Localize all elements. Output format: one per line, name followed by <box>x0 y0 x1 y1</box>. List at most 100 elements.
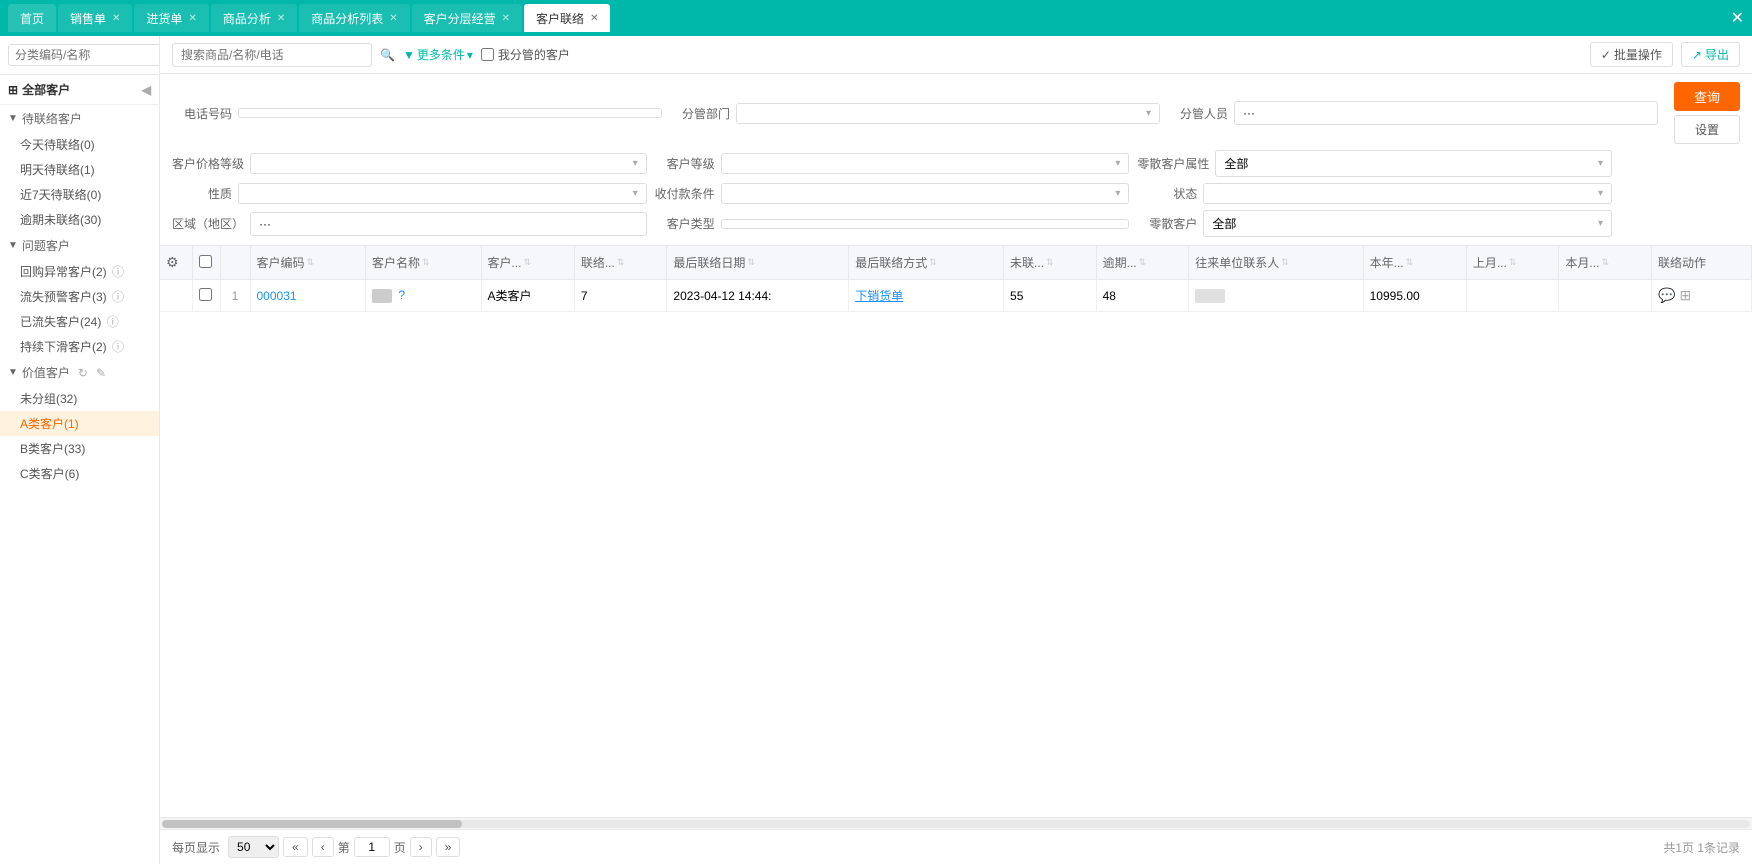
tab-analysis[interactable]: 商品分析 ✕ <box>211 4 297 32</box>
sidebar-item-today-pending[interactable]: 今天待联络(0) <box>0 132 159 157</box>
sidebar-group-value[interactable]: ▼ 价值客户 ↻ ✎ <box>0 359 159 386</box>
sidebar-item-churned[interactable]: 已流失客户(24) ⓘ <box>0 309 159 334</box>
last-page-btn[interactable]: » <box>436 837 461 857</box>
price-level-select[interactable]: ▾ <box>250 153 647 174</box>
tab-customer-contact-close[interactable]: ✕ <box>590 13 598 24</box>
th-not-contact[interactable]: 未联... ⇅ <box>1004 246 1097 280</box>
sidebar-all-customers[interactable]: ⊞ 全部客户 ◀ <box>0 75 159 105</box>
sidebar-item-tomorrow-pending[interactable]: 明天待联络(1) <box>0 157 159 182</box>
sidebar-item-churn-warning[interactable]: 流失预警客户(3) ⓘ <box>0 284 159 309</box>
settings-btn[interactable]: 设置 <box>1674 115 1740 144</box>
settings-gear-icon[interactable]: ⚙ <box>166 254 179 270</box>
filter-dept: 分管部门 ▾ <box>670 103 1160 124</box>
th-unit-contact[interactable]: 往来单位联系人 ⇅ <box>1189 246 1363 280</box>
page-size-select[interactable]: 50 100 200 <box>228 836 279 858</box>
customer-level-select[interactable]: ▾ <box>721 153 1130 174</box>
horizontal-scrollbar[interactable] <box>160 817 1752 829</box>
manager-input[interactable]: ··· <box>1234 101 1658 125</box>
chat-icon[interactable]: 💬 <box>1658 287 1675 304</box>
batch-operations-btn[interactable]: ✓ 批量操作 <box>1590 42 1673 67</box>
close-all-tabs[interactable]: ✕ <box>1731 8 1744 28</box>
th-last-date[interactable]: 最后联络日期 ⇅ <box>667 246 849 280</box>
tab-analysis-close[interactable]: ✕ <box>277 13 285 24</box>
dept-select[interactable]: ▾ <box>736 103 1160 124</box>
tab-purchase[interactable]: 进货单 ✕ <box>134 4 208 32</box>
th-customer-name[interactable]: 客户名称 ⇅ <box>366 246 482 280</box>
query-btn[interactable]: 查询 <box>1674 82 1740 111</box>
nature-select[interactable]: ▾ <box>238 183 647 204</box>
last-method-link[interactable]: 下销货单 <box>855 289 903 303</box>
refresh-icon[interactable]: ↻ <box>78 366 88 380</box>
row-last-month <box>1466 280 1559 312</box>
filter-search-icon[interactable]: 🔍 <box>380 48 395 62</box>
select-all-checkbox[interactable] <box>199 255 212 268</box>
sidebar-collapse-btn[interactable]: ◀ <box>142 83 151 97</box>
payment-select[interactable]: ▾ <box>721 183 1130 204</box>
region-dots: ··· <box>259 217 271 231</box>
th-customer-type[interactable]: 客户... ⇅ <box>481 246 574 280</box>
action-icons-container: 💬 ⊞ <box>1658 287 1745 304</box>
th-this-month[interactable]: 本月... ⇅ <box>1559 246 1652 280</box>
payment-label: 收付款条件 <box>655 185 715 202</box>
sidebar-group-problem[interactable]: ▼ 问题客户 <box>0 232 159 259</box>
retail-attr-select[interactable]: 全部 ▾ <box>1215 150 1612 177</box>
th-overdue[interactable]: 逾期... ⇅ <box>1096 246 1189 280</box>
tab-home[interactable]: 首页 <box>8 4 56 32</box>
filter-search-input[interactable] <box>172 43 372 67</box>
sidebar-group-pending[interactable]: ▼ 待联络客户 <box>0 105 159 132</box>
tab-customer-segment[interactable]: 客户分层经营 ✕ <box>412 4 522 32</box>
tab-analysis-list-close[interactable]: ✕ <box>389 13 397 24</box>
sort-icon-last-method: ⇅ <box>929 257 937 268</box>
tab-sales[interactable]: 销售单 ✕ <box>58 4 132 32</box>
unit-contact-label: 往来单位联系人 <box>1195 254 1279 271</box>
sidebar: 🔍 ⊞ 全部客户 ◀ ▼ 待联络客户 今天待联络(0) 明天待联络(1) 近7天… <box>0 36 160 864</box>
prev-page-btn[interactable]: ‹ <box>312 837 334 857</box>
filter-my-customers[interactable]: 我分管的客户 <box>481 46 570 63</box>
filter-price-level: 客户价格等级 ▾ <box>172 153 647 174</box>
sidebar-item-c-class[interactable]: C类客户(6) <box>0 461 159 486</box>
tab-customer-contact[interactable]: 客户联络 ✕ <box>524 4 610 32</box>
tab-customer-segment-close[interactable]: ✕ <box>502 13 510 24</box>
th-last-method[interactable]: 最后联络方式 ⇅ <box>849 246 1004 280</box>
th-customer-code[interactable]: 客户编码 ⇅ <box>250 246 366 280</box>
sidebar-item-7days-pending[interactable]: 近7天待联络(0) <box>0 182 159 207</box>
my-customers-checkbox[interactable] <box>481 48 494 61</box>
retail-select[interactable]: 全部 ▾ <box>1203 210 1612 237</box>
edit-icon[interactable]: ✎ <box>96 366 106 380</box>
next-page-btn[interactable]: › <box>410 837 432 857</box>
region-input[interactable]: ··· <box>250 212 647 236</box>
sort-icon-last-date: ⇅ <box>747 257 755 268</box>
row-last-method[interactable]: 下销货单 <box>849 280 1004 312</box>
triangle-icon-3: ▼ <box>8 367 18 378</box>
status-select[interactable]: ▾ <box>1203 183 1612 204</box>
phone-input[interactable] <box>238 108 662 118</box>
row-name[interactable]: ? <box>366 280 482 312</box>
scrollbar-thumb[interactable] <box>162 820 462 828</box>
th-contact[interactable]: 联络... ⇅ <box>574 246 667 280</box>
first-page-btn[interactable]: « <box>283 837 308 857</box>
sidebar-search-input[interactable] <box>8 44 160 66</box>
tab-sales-close[interactable]: ✕ <box>112 13 120 24</box>
customer-type-input[interactable] <box>721 219 1130 229</box>
sidebar-item-b-class[interactable]: B类客户(33) <box>0 436 159 461</box>
row-checkbox[interactable] <box>199 288 212 301</box>
grid-action-icon[interactable]: ⊞ <box>1679 287 1691 304</box>
sidebar-item-a-class[interactable]: A类客户(1) <box>0 411 159 436</box>
row-code[interactable]: 000031 <box>250 280 366 312</box>
filter-more-btn[interactable]: ▼ 更多条件 ▾ <box>403 46 473 63</box>
price-level-chevron: ▾ <box>633 158 638 169</box>
sidebar-item-overdue-pending[interactable]: 逾期未联络(30) <box>0 207 159 232</box>
page-input[interactable] <box>354 837 390 857</box>
th-last-month[interactable]: 上月... ⇅ <box>1466 246 1559 280</box>
export-btn[interactable]: ↗ 导出 <box>1681 42 1740 67</box>
retail-attr-label: 零散客户属性 <box>1137 155 1209 172</box>
sidebar-item-declining[interactable]: 持续下滑客户(2) ⓘ <box>0 334 159 359</box>
filter-customer-level: 客户等级 ▾ <box>655 153 1130 174</box>
tab-purchase-close[interactable]: ✕ <box>188 13 196 24</box>
tab-analysis-list[interactable]: 商品分析列表 ✕ <box>299 4 409 32</box>
churn-warning-label: 流失预警客户(3) <box>20 290 107 304</box>
sidebar-item-repurchase-abnormal[interactable]: 回购异常客户(2) ⓘ <box>0 259 159 284</box>
th-this-year[interactable]: 本年... ⇅ <box>1363 246 1466 280</box>
sidebar-item-ungrouped[interactable]: 未分组(32) <box>0 386 159 411</box>
th-settings[interactable]: ⚙ <box>160 246 192 280</box>
